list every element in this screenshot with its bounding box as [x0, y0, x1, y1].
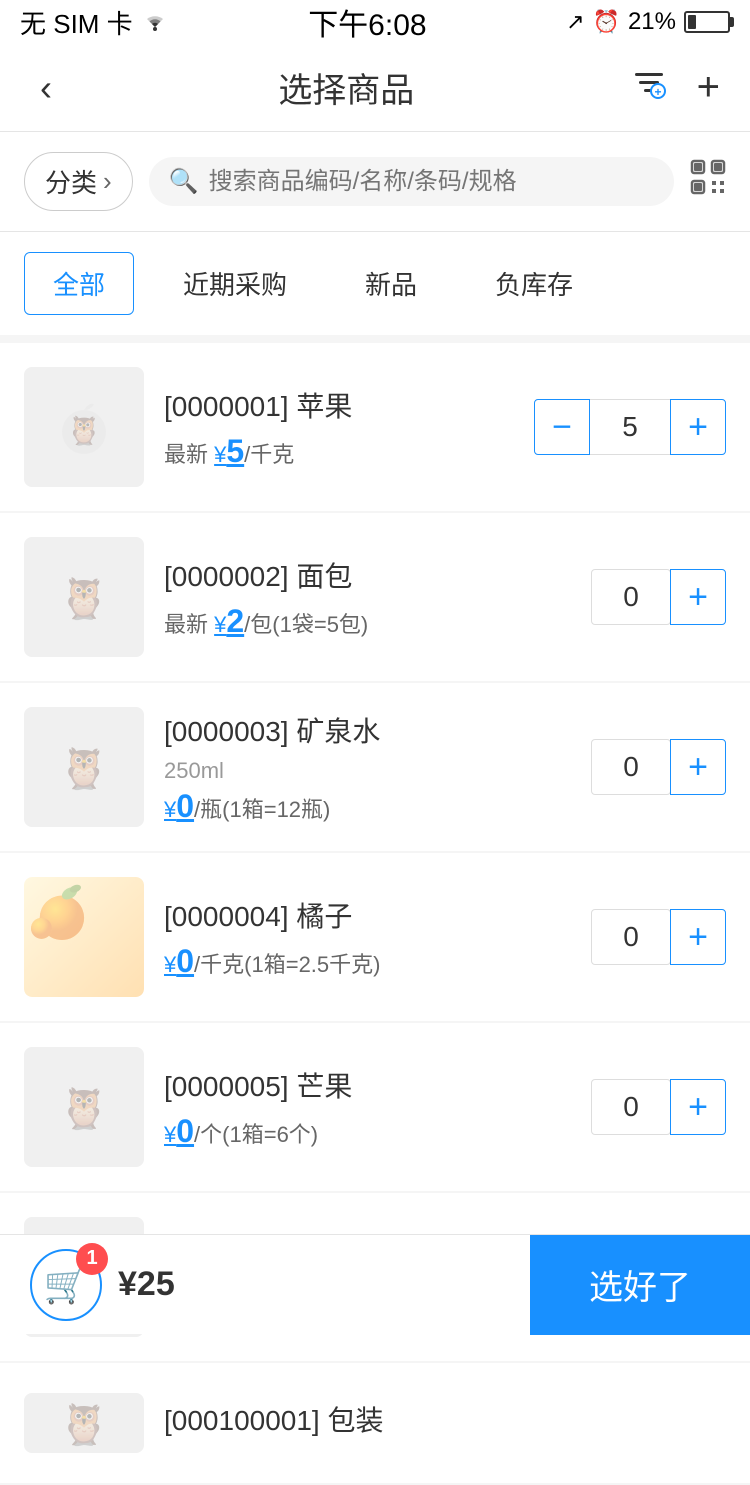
qty-plus-2[interactable]: + — [670, 569, 726, 625]
product-controls-4: + — [591, 909, 726, 965]
product-image-3: 🦉 — [24, 707, 144, 827]
product-name-5: [0000005] 芒果 — [164, 1065, 571, 1105]
qty-input-2[interactable] — [591, 569, 671, 625]
carrier-text: 无 SIM 卡 — [20, 4, 133, 41]
product-info-7: [000100001] 包装 — [164, 1399, 726, 1447]
search-icon: 🔍 — [169, 167, 199, 196]
cart-badge: 1 — [76, 1243, 108, 1275]
filter-icon[interactable]: + — [631, 65, 667, 110]
product-price-5: ¥0/个(1箱=6个) — [164, 1113, 571, 1150]
qty-plus-4[interactable]: + — [670, 909, 726, 965]
status-bar: 无 SIM 卡 下午6:08 ↗ ⏰ 21% — [0, 0, 750, 44]
tab-bar: 全部 近期采购 新品 负库存 — [0, 232, 750, 343]
cart-section: 🛒 1 ¥25 — [0, 1249, 530, 1321]
svg-text:🦉: 🦉 — [59, 1403, 109, 1447]
product-name-1: [0000001] 苹果 — [164, 385, 514, 425]
page-title: 选择商品 — [278, 63, 414, 112]
qty-input-5[interactable] — [591, 1079, 671, 1135]
product-item-4: [0000004] 橘子 ¥0/千克(1箱=2.5千克) + — [0, 853, 750, 1021]
qty-input-3[interactable] — [591, 739, 671, 795]
search-input-wrap: 🔍 — [149, 157, 674, 206]
product-price-3: ¥0/瓶(1箱=12瓶) — [164, 788, 571, 825]
search-input[interactable] — [209, 168, 654, 196]
qty-minus-1[interactable]: − — [534, 399, 590, 455]
add-icon[interactable]: + — [697, 65, 720, 110]
search-bar: 分类 › 🔍 — [0, 132, 750, 232]
svg-text:+: + — [654, 85, 661, 99]
product-name-3: [0000003] 矿泉水 — [164, 710, 571, 750]
qty-plus-3[interactable]: + — [670, 739, 726, 795]
product-info-1: [0000001] 苹果 最新 ¥5/千克 — [164, 385, 514, 470]
product-item-5: 🦉 [0000005] 芒果 ¥0/个(1箱=6个) + — [0, 1023, 750, 1191]
tab-all[interactable]: 全部 — [24, 252, 134, 315]
tab-recent[interactable]: 近期采购 — [154, 252, 316, 315]
bottom-bar: 🛒 1 ¥25 选好了 — [0, 1234, 750, 1334]
product-price-1: 最新 ¥5/千克 — [164, 433, 514, 470]
time-display: 下午6:08 — [308, 0, 426, 44]
battery-icon — [684, 11, 730, 33]
nav-actions: + + — [631, 65, 720, 110]
confirm-button[interactable]: 选好了 — [530, 1235, 750, 1335]
location-icon: ↗ — [566, 9, 584, 35]
product-name-4: [0000004] 橘子 — [164, 895, 571, 935]
product-controls-1: − + — [534, 399, 726, 455]
product-info-5: [0000005] 芒果 ¥0/个(1箱=6个) — [164, 1065, 571, 1150]
wifi-icon — [141, 7, 169, 38]
svg-text:🦉: 🦉 — [59, 747, 109, 791]
product-info-3: [0000003] 矿泉水 250ml ¥0/瓶(1箱=12瓶) — [164, 710, 571, 825]
cart-button[interactable]: 🛒 1 — [30, 1249, 102, 1321]
tab-negative[interactable]: 负库存 — [466, 252, 602, 315]
qty-input-1[interactable] — [590, 399, 670, 455]
product-info-2: [0000002] 面包 最新 ¥2/包(1袋=5包) — [164, 555, 571, 640]
nav-bar: ‹ 选择商品 + + — [0, 44, 750, 132]
svg-text:🦉: 🦉 — [59, 1087, 109, 1131]
product-image-2: 🦉 — [24, 537, 144, 657]
cart-total: ¥25 — [118, 1265, 175, 1304]
product-image-7: 🦉 — [24, 1393, 144, 1453]
product-info-4: [0000004] 橘子 ¥0/千克(1箱=2.5千克) — [164, 895, 571, 980]
product-price-2: 最新 ¥2/包(1袋=5包) — [164, 603, 571, 640]
category-label: 分类 — [45, 163, 97, 200]
svg-text:🦉: 🦉 — [67, 415, 102, 447]
tab-new[interactable]: 新品 — [336, 252, 446, 315]
svg-text:🦉: 🦉 — [59, 577, 109, 621]
category-button[interactable]: 分类 › — [24, 152, 133, 211]
product-spec-3: 250ml — [164, 758, 571, 784]
product-item-3: 🦉 [0000003] 矿泉水 250ml ¥0/瓶(1箱=12瓶) + — [0, 683, 750, 851]
product-item-7: 🦉 [000100001] 包装 — [0, 1363, 750, 1483]
product-price-4: ¥0/千克(1箱=2.5千克) — [164, 943, 571, 980]
product-image-1: 🦉 — [24, 367, 144, 487]
product-controls-2: + — [591, 569, 726, 625]
scan-icon[interactable] — [690, 159, 726, 204]
product-name-7: [000100001] 包装 — [164, 1399, 726, 1439]
product-item-2: 🦉 [0000002] 面包 最新 ¥2/包(1袋=5包) + — [0, 513, 750, 681]
category-chevron: › — [103, 166, 112, 197]
qty-plus-1[interactable]: + — [670, 399, 726, 455]
product-name-2: [0000002] 面包 — [164, 555, 571, 595]
product-controls-3: + — [591, 739, 726, 795]
alarm-icon: ⏰ — [593, 9, 620, 35]
qty-plus-5[interactable]: + — [670, 1079, 726, 1135]
qty-input-4[interactable] — [591, 909, 671, 965]
back-button[interactable]: ‹ — [30, 57, 62, 119]
battery-percent: 21% — [628, 8, 676, 36]
product-controls-5: + — [591, 1079, 726, 1135]
product-image-5: 🦉 — [24, 1047, 144, 1167]
product-item-1: 🦉 [0000001] 苹果 最新 ¥5/千克 − + — [0, 343, 750, 511]
product-image-4 — [24, 877, 144, 997]
